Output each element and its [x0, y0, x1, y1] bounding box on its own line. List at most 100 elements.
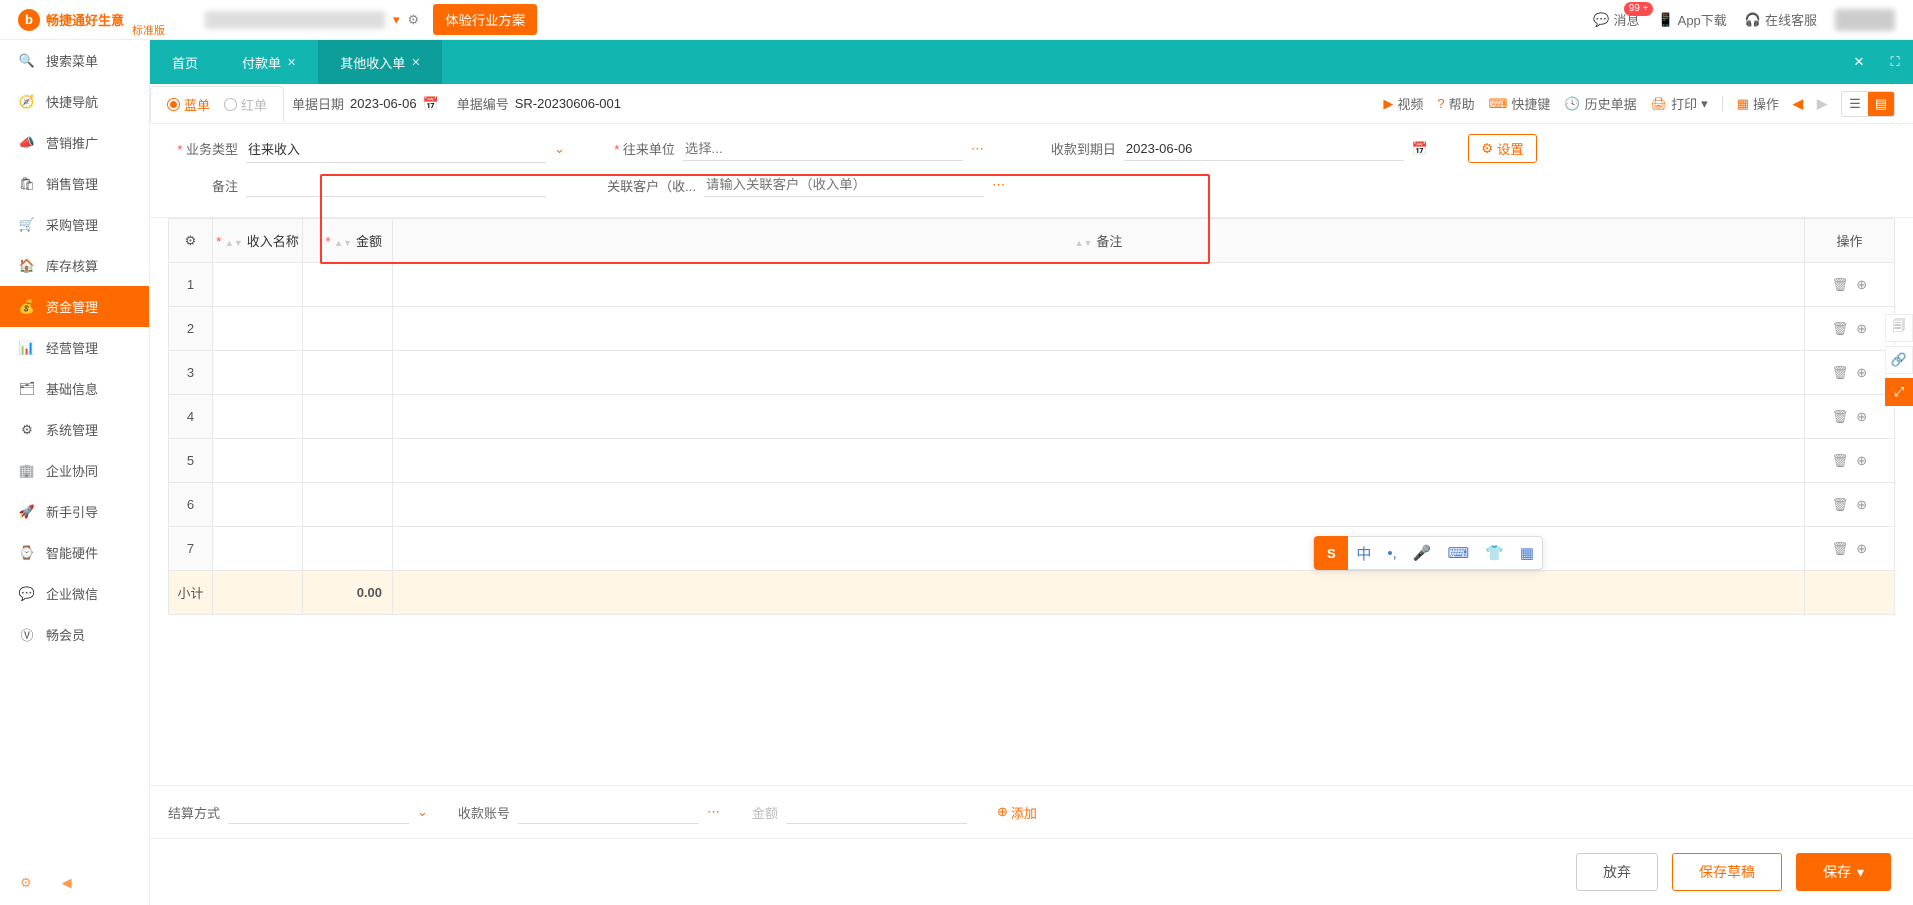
col-amount[interactable]: 金额	[356, 234, 382, 249]
table-config-button[interactable]: ⚙	[169, 219, 213, 263]
customer-service-link[interactable]: 🎧 在线客服	[1745, 10, 1817, 29]
add-row-icon[interactable]: ⊕	[1856, 409, 1867, 424]
rail-expand-icon[interactable]: ⤢	[1885, 378, 1913, 406]
print-button[interactable]: 🖨打印▾	[1651, 94, 1708, 113]
sidebar-item-9[interactable]: ⚙系统管理	[0, 409, 149, 450]
save-draft-button[interactable]: 保存草稿	[1672, 853, 1782, 891]
add-row-icon[interactable]: ⊕	[1856, 365, 1867, 380]
party-input[interactable]	[683, 137, 963, 161]
sidebar-item-11[interactable]: 🚀新手引导	[0, 491, 149, 532]
delete-row-icon[interactable]: 🗑	[1832, 541, 1849, 556]
rail-link-icon[interactable]: 🔗	[1885, 346, 1913, 374]
settle-method-select[interactable]	[228, 800, 409, 824]
tab-2[interactable]: 其他收入单✕	[318, 40, 442, 84]
sidebar-item-2[interactable]: 📣营销推广	[0, 122, 149, 163]
sidebar-item-13[interactable]: 💬企业微信	[0, 573, 149, 614]
chevron-down-icon[interactable]: ⌄	[554, 141, 565, 157]
blue-doc-radio[interactable]: 蓝单	[167, 95, 210, 114]
ime-lang[interactable]: 中	[1348, 543, 1379, 564]
sidebar-item-8[interactable]: 🗂基础信息	[0, 368, 149, 409]
add-row-icon[interactable]: ⊕	[1856, 277, 1867, 292]
more-icon[interactable]: ⋯	[707, 804, 722, 820]
view-list-button[interactable]: ☰	[1842, 92, 1868, 116]
due-date-input[interactable]: 2023-06-06	[1124, 137, 1404, 161]
table-row[interactable]: 2🗑⊕	[169, 307, 1895, 351]
doc-date-value[interactable]: 2023-06-06	[350, 96, 417, 111]
calendar-icon[interactable]: 📅	[1412, 141, 1428, 157]
sidebar-item-7[interactable]: 📊经营管理	[0, 327, 149, 368]
biz-type-select[interactable]: 往来收入	[246, 135, 546, 163]
user-avatar[interactable]	[1835, 9, 1895, 31]
table-row[interactable]: 5🗑⊕	[169, 439, 1895, 483]
delete-row-icon[interactable]: 🗑	[1832, 277, 1849, 292]
add-row-icon[interactable]: ⊕	[1856, 497, 1867, 512]
video-help-button[interactable]: ▶视频	[1383, 94, 1423, 113]
sidebar-item-3[interactable]: 🛍销售管理	[0, 163, 149, 204]
fullscreen-button[interactable]: ⛶	[1877, 40, 1913, 84]
sidebar-item-1[interactable]: 🧭快捷导航	[0, 81, 149, 122]
prev-doc-button[interactable]: ◀	[1793, 96, 1803, 112]
add-row-icon[interactable]: ⊕	[1856, 453, 1867, 468]
history-button[interactable]: 🕓历史单据	[1564, 94, 1636, 113]
col-income-name[interactable]: 收入名称	[247, 234, 299, 249]
settle-amount-input[interactable]	[786, 800, 967, 824]
remark-input[interactable]	[246, 173, 546, 197]
try-industry-button[interactable]: 体验行业方案	[433, 4, 537, 35]
settings-button[interactable]: ⚙设置	[1468, 134, 1537, 163]
close-icon[interactable]: ✕	[287, 56, 296, 69]
app-download-link[interactable]: 📱 App下载	[1657, 10, 1726, 29]
table-row[interactable]: 7🗑⊕	[169, 527, 1895, 571]
red-doc-radio[interactable]: 红单	[224, 95, 267, 114]
tab-1[interactable]: 付款单✕	[220, 40, 318, 84]
operations-button[interactable]: ▦操作	[1737, 94, 1779, 113]
tab-close-button[interactable]: ✕	[1841, 40, 1877, 84]
sidebar-item-12[interactable]: ⌚智能硬件	[0, 532, 149, 573]
save-button[interactable]: 保存▾	[1796, 853, 1891, 891]
help-button[interactable]: ?帮助	[1437, 94, 1474, 113]
more-icon[interactable]: ⋯	[992, 177, 1007, 193]
ime-skin-icon[interactable]: 👕	[1477, 544, 1512, 562]
sidebar-item-14[interactable]: Ⓥ畅会员	[0, 614, 149, 655]
discard-button[interactable]: 放弃	[1576, 853, 1658, 891]
delete-row-icon[interactable]: 🗑	[1832, 321, 1849, 336]
ime-mic-icon[interactable]: 🎤	[1405, 544, 1440, 562]
calendar-icon[interactable]: 📅	[423, 96, 439, 112]
shortcut-button[interactable]: ⌨快捷键	[1489, 94, 1551, 113]
delete-row-icon[interactable]: 🗑	[1832, 409, 1849, 424]
settings-icon[interactable]: ⚙	[20, 875, 32, 891]
next-doc-button[interactable]: ▶	[1817, 96, 1827, 112]
receipt-account-input[interactable]	[518, 800, 699, 824]
delete-row-icon[interactable]: 🗑	[1832, 497, 1849, 512]
gear-icon[interactable]: ⚙	[408, 12, 420, 28]
row-number: 4	[169, 395, 213, 439]
close-icon[interactable]: ✕	[411, 56, 420, 69]
table-row[interactable]: 1🗑⊕	[169, 263, 1895, 307]
ime-keyboard-icon[interactable]: ⌨	[1439, 544, 1477, 562]
related-customer-input[interactable]	[704, 173, 984, 197]
sidebar-item-4[interactable]: 🛒采购管理	[0, 204, 149, 245]
delete-row-icon[interactable]: 🗑	[1832, 453, 1849, 468]
table-row[interactable]: 4 🗑 ⊕	[169, 395, 1895, 439]
ime-menu-icon[interactable]: ▦	[1512, 544, 1542, 562]
messages-link[interactable]: 💬 消息 99 +	[1593, 10, 1639, 29]
ime-punct-icon[interactable]: •,	[1379, 545, 1404, 562]
table-row[interactable]: 6🗑⊕	[169, 483, 1895, 527]
ime-toolbar[interactable]: S 中 •, 🎤 ⌨ 👕 ▦	[1313, 536, 1543, 570]
delete-row-icon[interactable]: 🗑	[1832, 365, 1849, 380]
company-selector[interactable]: ▾ ⚙	[205, 11, 419, 29]
add-row-icon[interactable]: ⊕	[1856, 541, 1867, 556]
sidebar-item-6[interactable]: 💰资金管理	[0, 286, 149, 327]
col-remark[interactable]: 备注	[1096, 234, 1122, 249]
sidebar-item-5[interactable]: 🏠库存核算	[0, 245, 149, 286]
chevron-down-icon[interactable]: ⌄	[417, 804, 428, 820]
tab-0[interactable]: 首页	[150, 40, 220, 84]
view-form-button[interactable]: ▤	[1868, 92, 1894, 116]
sidebar-item-10[interactable]: 🏢企业协同	[0, 450, 149, 491]
sidebar-item-0[interactable]: 🔍搜索菜单	[0, 40, 149, 81]
add-row-icon[interactable]: ⊕	[1856, 321, 1867, 336]
table-row[interactable]: 3🗑⊕	[169, 351, 1895, 395]
rail-note-icon[interactable]: 🗐	[1885, 314, 1913, 342]
collapse-icon[interactable]: ◀	[62, 875, 72, 891]
more-icon[interactable]: ⋯	[971, 141, 986, 157]
add-settlement-button[interactable]: ⊕添加	[997, 803, 1037, 822]
